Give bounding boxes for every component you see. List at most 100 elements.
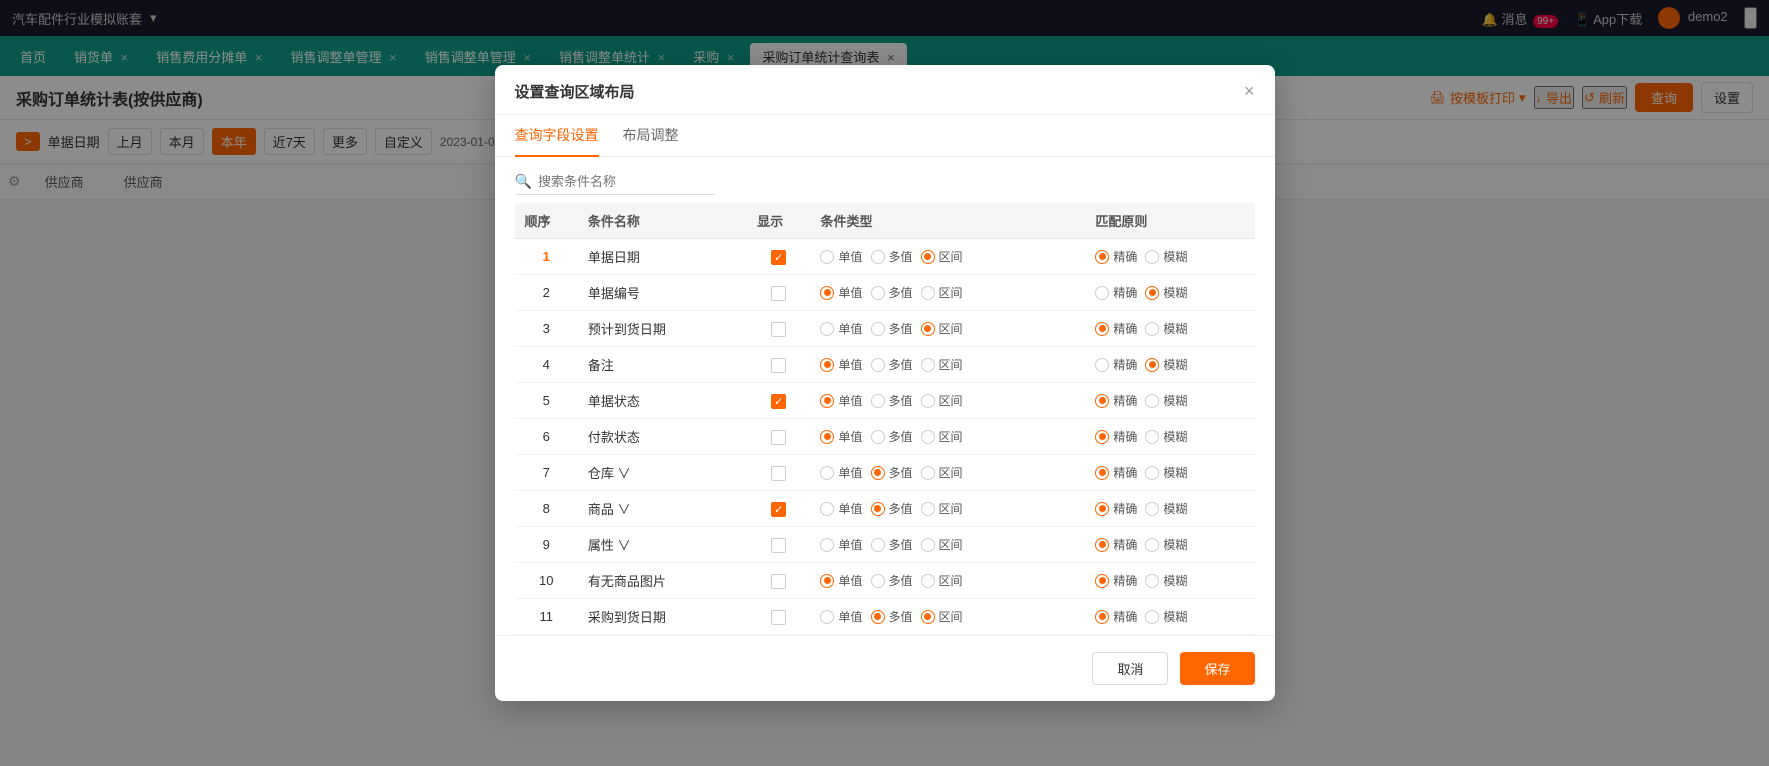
radio-circle [1095,430,1109,444]
row-type-cell: 单值多值区间 [810,311,1085,347]
type-radio-item[interactable]: 多值 [871,320,913,337]
type-radio-item[interactable]: 区间 [921,536,963,553]
show-checkbox[interactable] [771,610,786,625]
cancel-button[interactable]: 取消 [1092,652,1168,685]
radio-circle [1095,610,1109,624]
row-match-cell: 精确模糊 [1085,527,1254,563]
match-radio-item[interactable]: 模糊 [1145,536,1187,553]
type-radio-item[interactable]: 多值 [871,500,913,517]
type-radio-item[interactable]: 区间 [921,608,963,625]
row-show-cell: ✓ [747,383,810,419]
show-checkbox[interactable] [771,538,786,553]
type-radio-item[interactable]: 单值 [820,500,862,517]
radio-circle [820,466,834,480]
radio-label: 精确 [1113,320,1137,337]
radio-circle [921,502,935,516]
search-input[interactable] [538,174,698,189]
save-button[interactable]: 保存 [1180,652,1254,685]
type-radio-item[interactable]: 多值 [871,608,913,625]
match-radio-group: 精确模糊 [1095,572,1244,589]
match-radio-item[interactable]: 精确 [1095,284,1137,301]
match-radio-item[interactable]: 模糊 [1145,392,1187,409]
type-radio-item[interactable]: 单值 [820,608,862,625]
match-radio-item[interactable]: 精确 [1095,608,1137,625]
radio-circle [1095,574,1109,588]
type-radio-item[interactable]: 单值 [820,536,862,553]
match-radio-item[interactable]: 精确 [1095,500,1137,517]
show-checkbox[interactable] [771,358,786,373]
type-radio-item[interactable]: 区间 [921,464,963,481]
match-radio-item[interactable]: 模糊 [1145,320,1187,337]
row-condition-name: 付款状态 [578,419,747,455]
match-radio-item[interactable]: 模糊 [1145,464,1187,481]
type-radio-group: 单值多值区间 [820,572,1075,589]
type-radio-item[interactable]: 单值 [820,248,862,265]
type-radio-item[interactable]: 区间 [921,500,963,517]
match-radio-item[interactable]: 模糊 [1145,500,1187,517]
type-radio-item[interactable]: 单值 [820,572,862,589]
row-match-cell: 精确模糊 [1085,419,1254,455]
table-row: 11采购到货日期单值多值区间精确模糊 [515,599,1255,635]
show-checkbox[interactable]: ✓ [771,394,786,409]
type-radio-item[interactable]: 多值 [871,428,913,445]
show-checkbox[interactable] [771,574,786,589]
match-radio-item[interactable]: 模糊 [1145,608,1187,625]
tab-layout-adjust[interactable]: 布局调整 [623,115,679,157]
type-radio-item[interactable]: 区间 [921,320,963,337]
type-radio-item[interactable]: 多值 [871,356,913,373]
tab-query-fields[interactable]: 查询字段设置 [515,115,599,157]
type-radio-item[interactable]: 多值 [871,284,913,301]
match-radio-item[interactable]: 精确 [1095,356,1137,373]
show-checkbox[interactable] [771,286,786,301]
type-radio-item[interactable]: 多值 [871,464,913,481]
show-checkbox[interactable] [771,466,786,481]
match-radio-item[interactable]: 精确 [1095,464,1137,481]
radio-circle [1095,538,1109,552]
row-show-cell [747,599,810,635]
radio-label: 精确 [1113,428,1137,445]
match-radio-item[interactable]: 精确 [1095,392,1137,409]
type-radio-item[interactable]: 多值 [871,536,913,553]
type-radio-item[interactable]: 单值 [820,428,862,445]
radio-label: 多值 [889,464,913,481]
radio-circle [820,322,834,336]
dialog-footer: 取消 保存 [495,635,1275,701]
match-radio-item[interactable]: 模糊 [1145,428,1187,445]
radio-label: 精确 [1113,356,1137,373]
type-radio-item[interactable]: 区间 [921,428,963,445]
row-match-cell: 精确模糊 [1085,455,1254,491]
show-checkbox[interactable]: ✓ [771,502,786,517]
radio-circle [1095,466,1109,480]
match-radio-item[interactable]: 精确 [1095,248,1137,265]
type-radio-item[interactable]: 单值 [820,284,862,301]
match-radio-item[interactable]: 模糊 [1145,248,1187,265]
match-radio-item[interactable]: 精确 [1095,536,1137,553]
type-radio-item[interactable]: 多值 [871,392,913,409]
radio-label: 精确 [1113,500,1137,517]
match-radio-item[interactable]: 精确 [1095,572,1137,589]
row-match-cell: 精确模糊 [1085,311,1254,347]
type-radio-item[interactable]: 多值 [871,572,913,589]
type-radio-item[interactable]: 单值 [820,320,862,337]
match-radio-item[interactable]: 精确 [1095,320,1137,337]
show-checkbox[interactable] [771,430,786,445]
type-radio-item[interactable]: 区间 [921,392,963,409]
match-radio-item[interactable]: 模糊 [1145,284,1187,301]
show-checkbox[interactable] [771,322,786,337]
match-radio-item[interactable]: 模糊 [1145,356,1187,373]
match-radio-item[interactable]: 精确 [1095,428,1137,445]
match-radio-item[interactable]: 模糊 [1145,572,1187,589]
type-radio-item[interactable]: 区间 [921,248,963,265]
type-radio-item[interactable]: 单值 [820,464,862,481]
type-radio-item[interactable]: 区间 [921,572,963,589]
radio-label: 精确 [1113,536,1137,553]
show-checkbox[interactable]: ✓ [771,250,786,265]
row-type-cell: 单值多值区间 [810,491,1085,527]
type-radio-item[interactable]: 多值 [871,248,913,265]
type-radio-item[interactable]: 区间 [921,356,963,373]
type-radio-item[interactable]: 单值 [820,392,862,409]
radio-label: 精确 [1113,464,1137,481]
type-radio-item[interactable]: 区间 [921,284,963,301]
dialog-close-button[interactable]: × [1244,81,1255,102]
type-radio-item[interactable]: 单值 [820,356,862,373]
